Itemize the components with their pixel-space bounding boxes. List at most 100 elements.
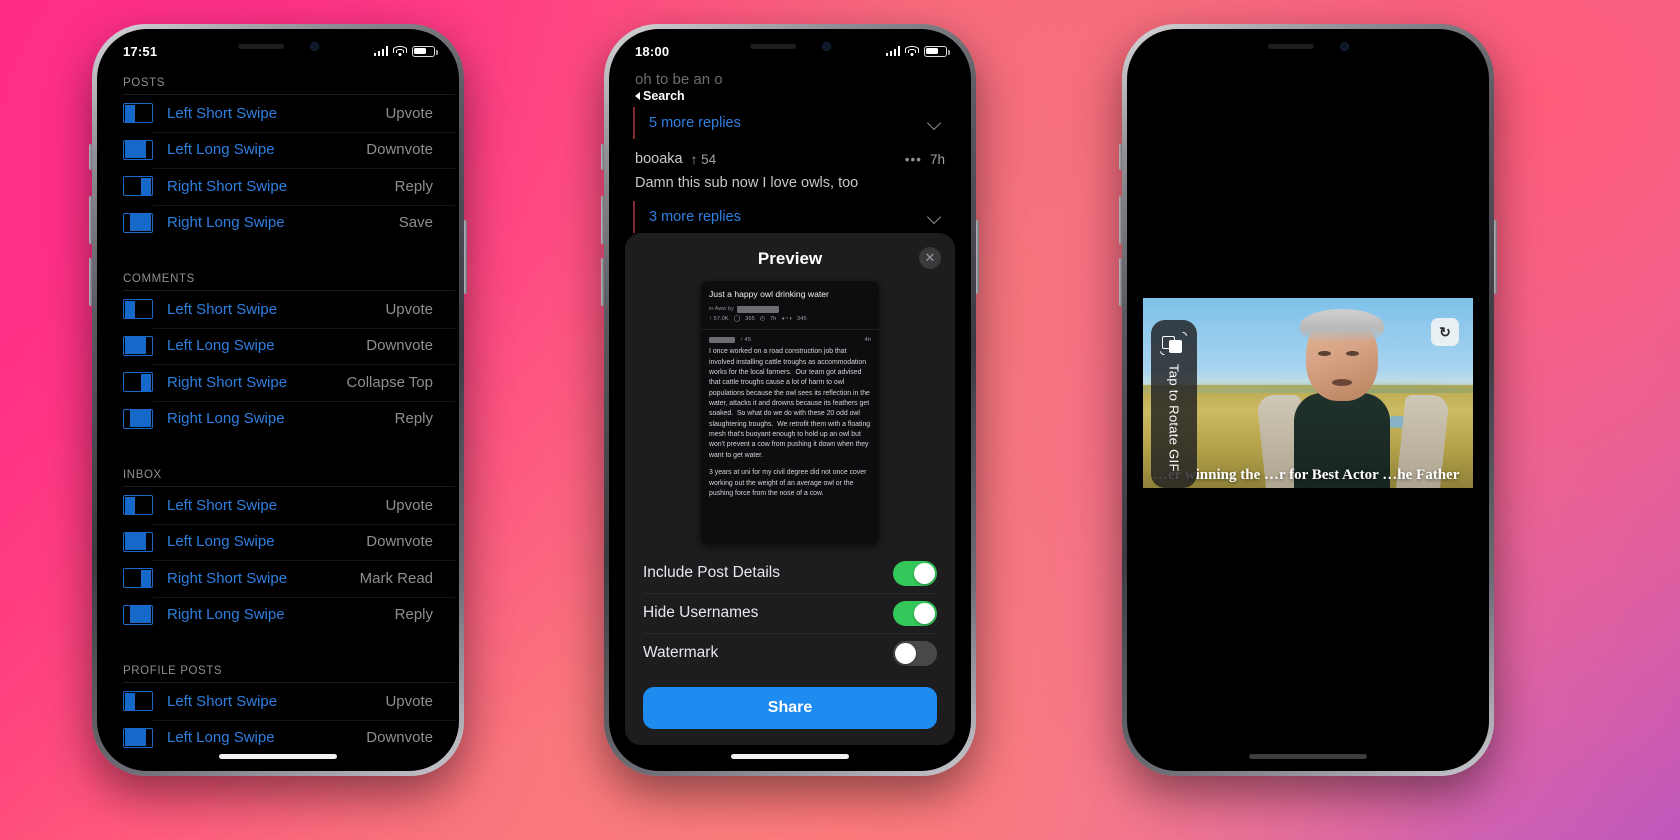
volume-up-button[interactable] bbox=[89, 196, 92, 244]
row-label: Right Short Swipe bbox=[167, 177, 288, 195]
sheet-title: Preview bbox=[757, 249, 823, 268]
swipe-left-short-icon bbox=[123, 299, 153, 320]
row-label: Left Long Swipe bbox=[167, 141, 275, 159]
nav-title: oh to be an o bbox=[635, 71, 723, 88]
gif-media[interactable]: …er winning the …r for Best Actor …he Fa… bbox=[1143, 298, 1473, 488]
row-value: Downvote bbox=[366, 533, 433, 551]
row-posts-left-long[interactable]: Left Long Swipe Downvote bbox=[101, 131, 455, 169]
earpiece-speaker bbox=[237, 44, 284, 49]
chevron-down-icon bbox=[926, 115, 942, 131]
home-indicator[interactable] bbox=[219, 754, 337, 759]
redacted-username bbox=[736, 305, 779, 313]
preview-comment-score: ↑ 45 bbox=[740, 336, 751, 343]
option-watermark[interactable]: Watermark bbox=[643, 633, 937, 673]
power-button[interactable] bbox=[1494, 220, 1497, 294]
share-button[interactable]: Share bbox=[643, 687, 937, 729]
row-label: Right Long Swipe bbox=[167, 606, 285, 624]
row-value: Mark Read bbox=[359, 569, 433, 587]
volume-down-button[interactable] bbox=[1119, 258, 1122, 306]
volume-down-button[interactable] bbox=[89, 258, 92, 306]
options-list: Include Post Details Hide Usernames Wate… bbox=[625, 553, 955, 673]
comment-username[interactable]: booaka bbox=[635, 151, 683, 167]
screen-right: …er winning the …r for Best Actor …he Fa… bbox=[1131, 33, 1485, 767]
close-icon[interactable]: ✕ bbox=[919, 247, 941, 269]
swipe-left-long-icon bbox=[123, 727, 153, 748]
row-posts-left-short[interactable]: Left Short Swipe Upvote bbox=[101, 95, 455, 132]
swipe-right-short-icon bbox=[123, 372, 153, 393]
row-value: Downvote bbox=[366, 337, 433, 355]
row-comments-right-long[interactable]: Right Long Swipe Reply bbox=[101, 400, 455, 438]
row-label: Right Long Swipe bbox=[167, 410, 285, 428]
row-comments-left-long[interactable]: Left Long Swipe Downvote bbox=[101, 327, 455, 365]
volume-down-button[interactable] bbox=[601, 258, 604, 306]
preview-comments: 365 bbox=[745, 315, 755, 322]
back-button[interactable]: Search bbox=[635, 89, 685, 103]
thread-list: 5 more replies booaka ↑ 54 ••• 7h Damn t… bbox=[613, 107, 967, 241]
preview-comment-paragraph-1: I once worked on a road construction job… bbox=[709, 348, 873, 459]
row-value: Upvote bbox=[385, 300, 433, 318]
screen-left: 17:51 POSTS Left Short Swipe Upvote Left… bbox=[101, 33, 455, 767]
preview-awards: 345 bbox=[796, 315, 807, 322]
row-value: Save bbox=[398, 214, 433, 232]
row-posts-right-short[interactable]: Right Short Swipe Reply bbox=[101, 168, 455, 205]
tap-to-rotate-gif-button[interactable]: Tap to Rotate GIF bbox=[1151, 320, 1197, 488]
swipe-right-long-icon bbox=[123, 604, 153, 625]
row-label: Left Long Swipe bbox=[167, 337, 275, 355]
more-replies-bottom[interactable]: 3 more replies bbox=[633, 201, 947, 233]
mute-switch[interactable] bbox=[1119, 144, 1122, 170]
front-camera bbox=[1339, 42, 1349, 51]
volume-up-button[interactable] bbox=[601, 196, 604, 244]
comment-body: Damn this sub now I love owls, too bbox=[635, 175, 859, 191]
toggle-watermark[interactable] bbox=[893, 640, 937, 666]
power-button[interactable] bbox=[464, 220, 467, 294]
rotate-badge-icon[interactable]: ↻ bbox=[1431, 318, 1459, 346]
power-button[interactable] bbox=[976, 220, 979, 294]
row-value: Reply bbox=[394, 177, 433, 195]
preview-post-stats: ↑ 57.0K ◯ 365 ◴ 7h ◕◔◑ 345 bbox=[701, 316, 879, 329]
preview-card-wrap: Just a happy owl drinking water in Aww b… bbox=[625, 279, 955, 553]
comment-header: booaka ↑ 54 ••• 7h bbox=[633, 147, 947, 171]
row-profile-left-short[interactable]: Left Short Swipe Upvote bbox=[101, 683, 455, 720]
home-indicator[interactable] bbox=[731, 754, 849, 759]
swipe-right-long-icon bbox=[123, 408, 153, 429]
row-comments-right-short[interactable]: Right Short Swipe Collapse Top bbox=[101, 364, 455, 401]
row-posts-right-long[interactable]: Right Long Swipe Save bbox=[101, 204, 455, 242]
comment-thread-screen: oh to be an o Search 5 more replies booa… bbox=[613, 33, 967, 767]
row-inbox-right-long[interactable]: Right Long Swipe Reply bbox=[101, 596, 455, 634]
section-header-profile-posts: PROFILE POSTS bbox=[123, 665, 223, 677]
row-value: Upvote bbox=[385, 496, 433, 514]
option-include-post-details[interactable]: Include Post Details bbox=[643, 553, 937, 593]
section-header-posts: POSTS bbox=[123, 77, 165, 89]
row-inbox-right-short[interactable]: Right Short Swipe Mark Read bbox=[101, 560, 455, 597]
swipe-left-short-icon bbox=[123, 495, 153, 516]
row-label: Right Short Swipe bbox=[167, 373, 288, 391]
row-label: Left Short Swipe bbox=[167, 104, 278, 122]
mute-switch[interactable] bbox=[89, 144, 92, 170]
row-value: Collapse Top bbox=[346, 373, 433, 391]
redacted-username bbox=[709, 336, 735, 344]
toggle-include-post-details[interactable] bbox=[893, 560, 937, 586]
row-comments-left-short[interactable]: Left Short Swipe Upvote bbox=[101, 291, 455, 328]
comment-overflow-icon[interactable]: ••• bbox=[905, 152, 922, 167]
more-replies-top[interactable]: 5 more replies bbox=[633, 107, 947, 139]
row-label: Left Short Swipe bbox=[167, 300, 278, 318]
row-label: Right Long Swipe bbox=[167, 214, 285, 232]
row-inbox-left-short[interactable]: Left Short Swipe Upvote bbox=[101, 487, 455, 524]
row-value: Downvote bbox=[366, 141, 433, 159]
option-hide-usernames[interactable]: Hide Usernames bbox=[643, 593, 937, 633]
mute-switch[interactable] bbox=[601, 144, 604, 170]
volume-up-button[interactable] bbox=[1119, 196, 1122, 244]
rotate-icon bbox=[1158, 330, 1189, 357]
row-label: Left Long Swipe bbox=[167, 533, 275, 551]
home-indicator[interactable] bbox=[1249, 754, 1367, 759]
phone-center: 18:00 oh to be an o Search 5 more replie… bbox=[601, 24, 979, 776]
swipe-right-short-icon bbox=[123, 176, 153, 197]
earpiece-speaker bbox=[749, 44, 796, 49]
row-inbox-left-long[interactable]: Left Long Swipe Downvote bbox=[101, 523, 455, 561]
swipe-left-long-icon bbox=[123, 139, 153, 160]
toggle-hide-usernames[interactable] bbox=[893, 600, 937, 626]
row-profile-left-long[interactable]: Left Long Swipe Downvote bbox=[101, 719, 455, 757]
row-value: Reply bbox=[394, 410, 433, 428]
